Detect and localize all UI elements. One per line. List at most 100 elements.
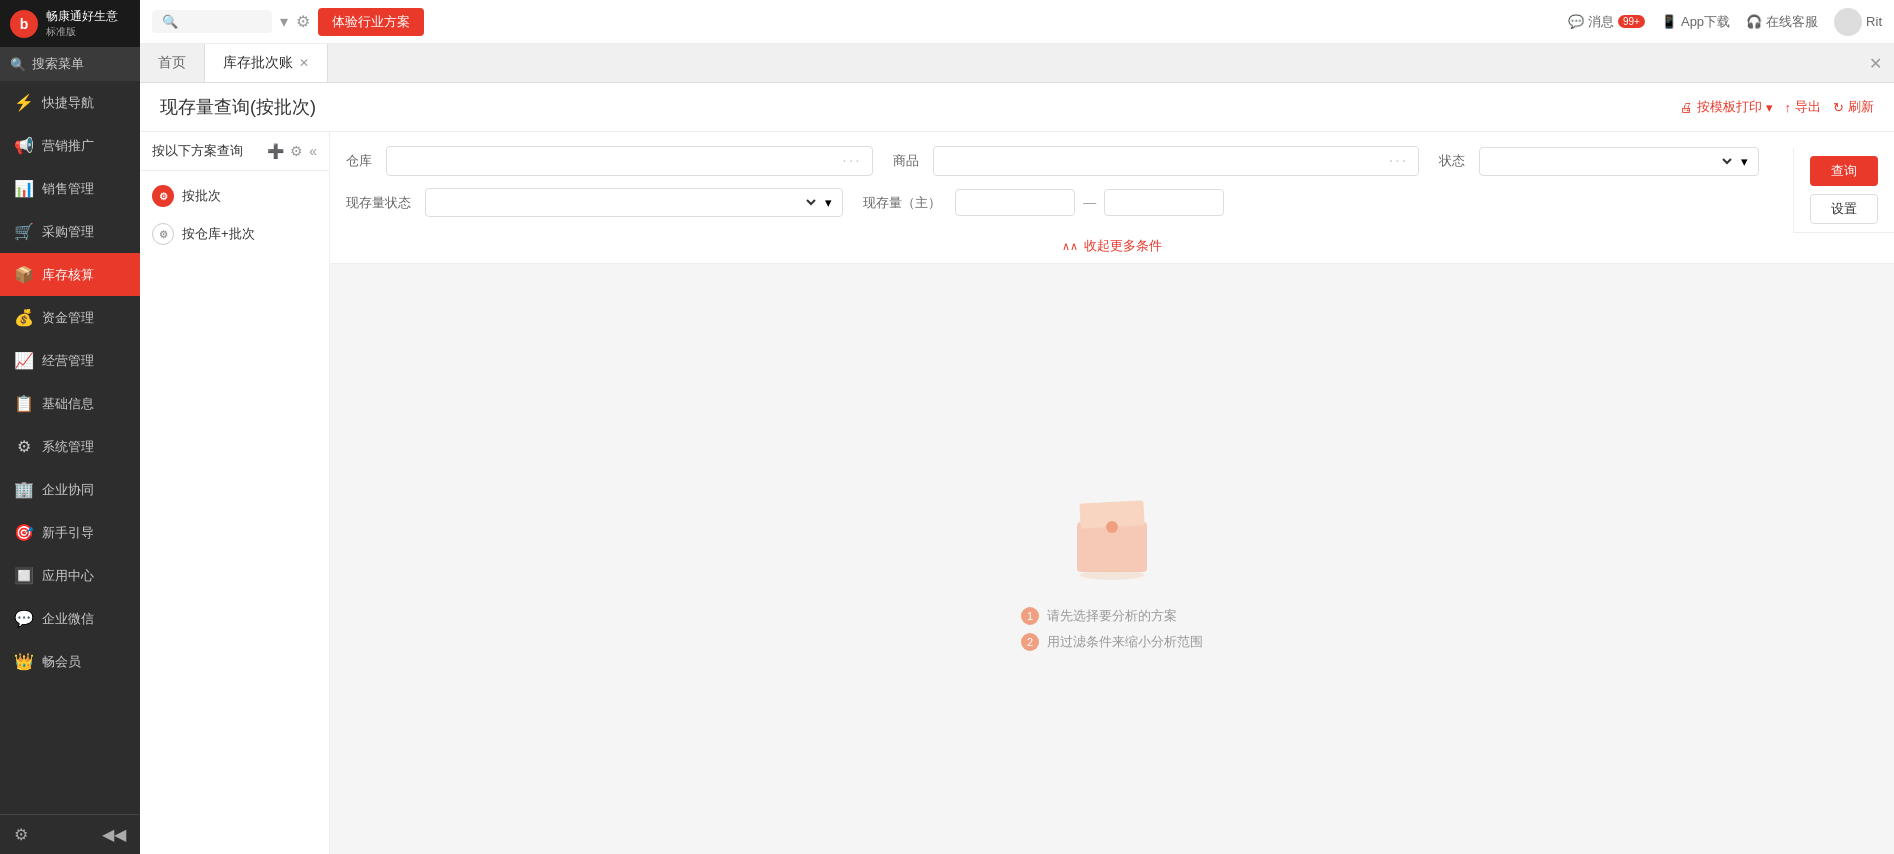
topbar-right: 💬 消息 99+ 📱 App下载 🎧 在线客服 Rit <box>1568 8 1882 36</box>
print-label: 按模板打印 <box>1697 98 1762 116</box>
collapse-bar[interactable]: ∧∧ 收起更多条件 <box>346 229 1878 263</box>
empty-state: 1 请先选择要分析的方案 2 用过滤条件来缩小分析范围 <box>330 264 1894 854</box>
quick-nav-icon: ⚡ <box>14 93 34 112</box>
gear-icon[interactable]: ⚙ <box>296 12 310 31</box>
sidebar-item-member[interactable]: 👑 畅会员 <box>0 640 140 683</box>
product-label: 商品 <box>893 152 919 170</box>
print-action[interactable]: 🖨 按模板打印 ▾ <box>1680 98 1773 116</box>
online-service-group[interactable]: 🎧 在线客服 <box>1746 13 1818 31</box>
hint-1-num: 1 <box>1021 607 1039 625</box>
warehouse-input-wrapper[interactable]: ··· <box>386 146 873 176</box>
product-input-wrapper[interactable]: ··· <box>933 146 1420 176</box>
finance-icon: 💰 <box>14 308 34 327</box>
scheme-batch-label: 按批次 <box>182 187 221 205</box>
sidebar-header: b 畅康通好生意 标准版 <box>0 0 140 47</box>
tab-inventory-batch[interactable]: 库存批次账 ✕ <box>205 44 328 82</box>
scheme-item-batch[interactable]: ⚙ 按批次 <box>140 177 329 215</box>
sidebar-item-label: 快捷导航 <box>42 94 94 112</box>
page-actions: 🖨 按模板打印 ▾ ↑ 导出 ↻ 刷新 <box>1680 98 1875 116</box>
warehouse-dots-icon[interactable]: ··· <box>842 152 861 170</box>
sidebar-item-finance[interactable]: 💰 资金管理 <box>0 296 140 339</box>
scheme-item-warehouse-batch[interactable]: ⚙ 按仓库+批次 <box>140 215 329 253</box>
refresh-action[interactable]: ↻ 刷新 <box>1833 98 1874 116</box>
sidebar-item-marketing[interactable]: 📢 营销推广 <box>0 124 140 167</box>
sidebar-footer: ⚙ ◀◀ <box>0 814 140 854</box>
scheme-list: ⚙ 按批次 ⚙ 按仓库+批次 <box>140 171 329 259</box>
scheme-collapse-icon[interactable]: « <box>309 143 317 159</box>
inventory-icon: 📦 <box>14 265 34 284</box>
sidebar-item-basic-info[interactable]: 📋 基础信息 <box>0 382 140 425</box>
scheme-icon-active: ⚙ <box>152 185 174 207</box>
product-dots-icon[interactable]: ··· <box>1389 152 1408 170</box>
sidebar-item-app-center[interactable]: 🔲 应用中心 <box>0 554 140 597</box>
user-group[interactable]: Rit <box>1834 8 1882 36</box>
status-chevron-icon: ▾ <box>1741 154 1748 169</box>
sidebar-item-label: 销售管理 <box>42 180 94 198</box>
sidebar-item-quick-nav[interactable]: ⚡ 快捷导航 <box>0 81 140 124</box>
warehouse-input[interactable] <box>397 154 836 169</box>
inventory-status-wrapper[interactable]: ▾ <box>425 188 843 217</box>
qty-range-min[interactable] <box>955 189 1075 216</box>
app-center-icon: 🔲 <box>14 566 34 585</box>
status-label: 状态 <box>1439 152 1465 170</box>
purchase-icon: 🛒 <box>14 222 34 241</box>
qty-range-max[interactable] <box>1104 189 1224 216</box>
scheme-settings-icon[interactable]: ⚙ <box>290 143 303 159</box>
settings-button[interactable]: 设置 <box>1810 194 1878 224</box>
tab-inventory-batch-label: 库存批次账 <box>223 54 293 72</box>
app-download-group[interactable]: 📱 App下载 <box>1661 13 1730 31</box>
product-input[interactable] <box>944 154 1383 169</box>
sidebar-item-inventory[interactable]: 📦 库存核算 <box>0 253 140 296</box>
product-field: 商品 ··· <box>893 146 1420 176</box>
sidebar-item-sales[interactable]: 📊 销售管理 <box>0 167 140 210</box>
status-select[interactable] <box>1490 153 1735 170</box>
scheme-panel: 按以下方案查询 ➕ ⚙ « ⚙ 按批次 <box>140 132 330 854</box>
filter-row-2: 现存量状态 ▾ 现存量（主） <box>346 188 1878 217</box>
sidebar-item-label: 经营管理 <box>42 352 94 370</box>
message-badge: 99+ <box>1618 15 1645 28</box>
main-area: 🔍 ▾ ⚙ 体验行业方案 💬 消息 99+ 📱 App下载 🎧 在线客服 <box>140 0 1894 854</box>
sidebar-item-label: 畅会员 <box>42 653 81 671</box>
hint-2-text: 用过滤条件来缩小分析范围 <box>1047 633 1203 651</box>
basic-info-icon: 📋 <box>14 394 34 413</box>
filter-row-1: 仓库 ··· 商品 ··· <box>346 146 1878 176</box>
page-title: 现存量查询(按批次) <box>160 95 316 119</box>
hint-2-num: 2 <box>1021 633 1039 651</box>
scheme-add-icon[interactable]: ➕ <box>267 143 284 159</box>
sidebar-settings-btn[interactable]: ⚙ <box>14 825 28 844</box>
sidebar-item-label: 资金管理 <box>42 309 94 327</box>
topbar-search-box[interactable]: 🔍 <box>152 10 272 33</box>
query-button[interactable]: 查询 <box>1810 156 1878 186</box>
empty-svg <box>1052 467 1172 587</box>
message-label: 消息 <box>1588 13 1614 31</box>
message-group[interactable]: 💬 消息 99+ <box>1568 13 1645 31</box>
sidebar-item-label: 新手引导 <box>42 524 94 542</box>
tab-home[interactable]: 首页 <box>140 44 205 82</box>
app-download-label: App下载 <box>1681 13 1730 31</box>
status-input-wrapper[interactable]: ▾ <box>1479 147 1759 176</box>
sidebar-item-operations[interactable]: 📈 经营管理 <box>0 339 140 382</box>
sidebar: b 畅康通好生意 标准版 🔍 搜索菜单 ⚡ 快捷导航 📢 营销推广 📊 销售管理… <box>0 0 140 854</box>
sidebar-item-system[interactable]: ⚙ 系统管理 <box>0 425 140 468</box>
export-action[interactable]: ↑ 导出 <box>1785 98 1822 116</box>
inventory-qty-label: 现存量（主） <box>863 194 941 212</box>
topbar: 🔍 ▾ ⚙ 体验行业方案 💬 消息 99+ 📱 App下载 🎧 在线客服 <box>140 0 1894 44</box>
chevron-down-icon[interactable]: ▾ <box>280 12 288 31</box>
sidebar-item-purchase[interactable]: 🛒 采购管理 <box>0 210 140 253</box>
page-header: 现存量查询(按批次) 🖨 按模板打印 ▾ ↑ 导出 ↻ 刷新 <box>140 83 1894 132</box>
tab-close-icon[interactable]: ✕ <box>299 56 309 70</box>
inventory-status-select[interactable] <box>436 194 819 211</box>
sidebar-item-wechat[interactable]: 💬 企业微信 <box>0 597 140 640</box>
sidebar-item-enterprise[interactable]: 🏢 企业协同 <box>0 468 140 511</box>
empty-illustration <box>1052 467 1172 587</box>
service-icon: 🎧 <box>1746 14 1762 29</box>
sidebar-item-label: 企业协同 <box>42 481 94 499</box>
warehouse-field: 仓库 ··· <box>346 146 873 176</box>
sidebar-search[interactable]: 🔍 搜索菜单 <box>0 47 140 81</box>
sidebar-item-label: 应用中心 <box>42 567 94 585</box>
experience-btn[interactable]: 体验行业方案 <box>318 8 424 36</box>
sidebar-item-newcomer[interactable]: 🎯 新手引导 <box>0 511 140 554</box>
tabs-close-all-icon[interactable]: ✕ <box>1869 54 1882 73</box>
sidebar-collapse-btn[interactable]: ◀◀ <box>102 825 126 844</box>
right-panel: 仓库 ··· 商品 ··· <box>330 132 1894 854</box>
